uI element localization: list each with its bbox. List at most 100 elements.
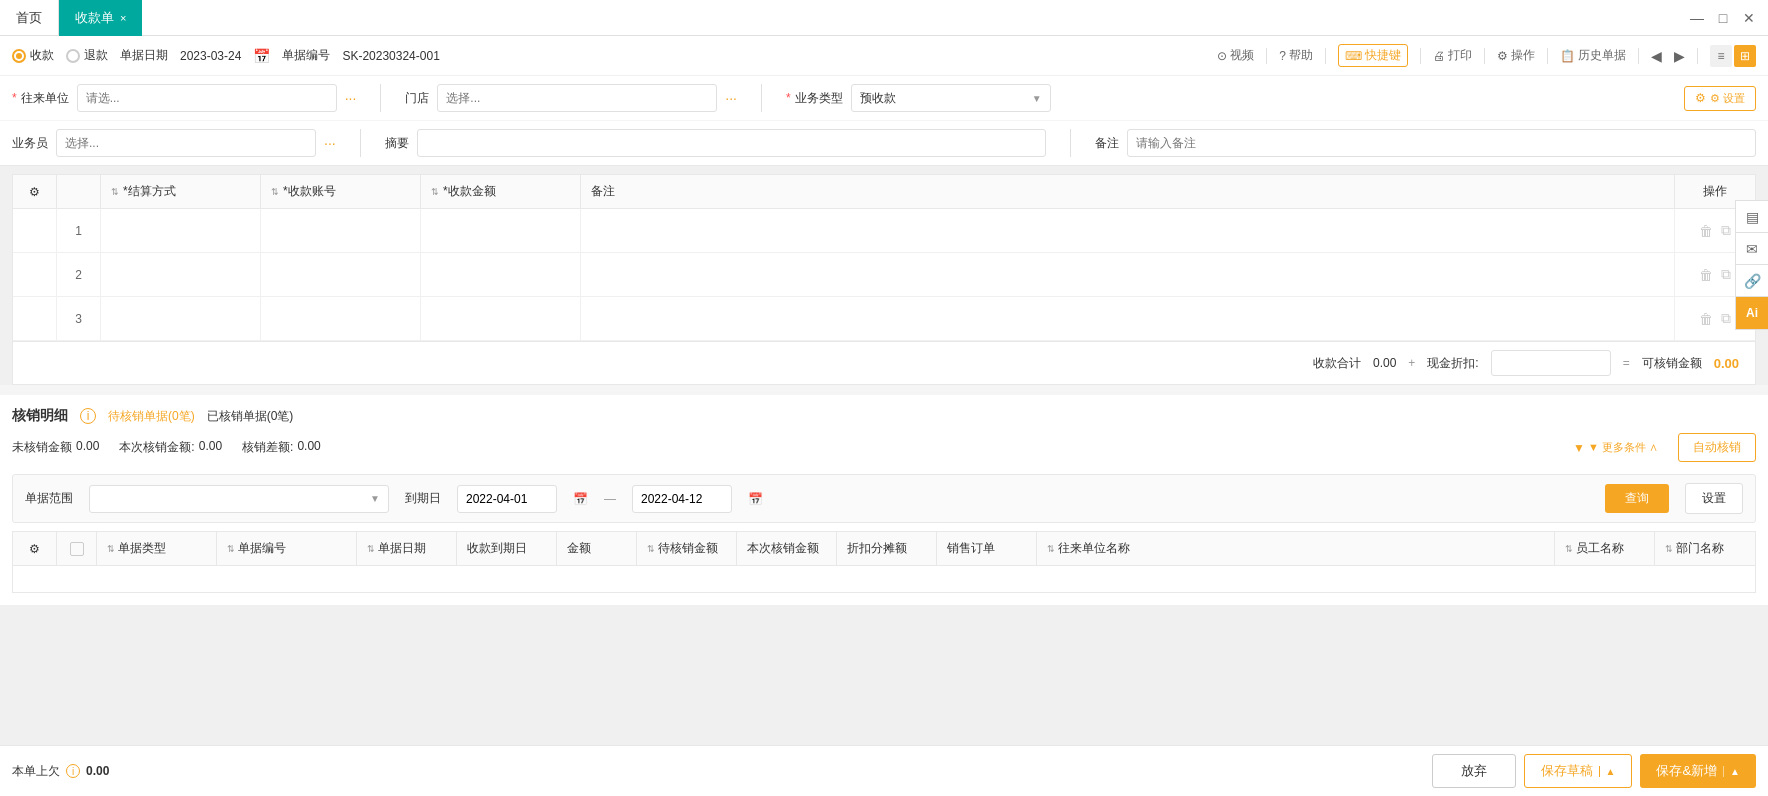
window-close-icon[interactable]: ✕: [1738, 7, 1760, 29]
video-btn[interactable]: ⊙视频: [1217, 47, 1254, 64]
plus-sign: +: [1408, 356, 1415, 370]
list-view-btn[interactable]: ≡: [1710, 45, 1732, 67]
sub-th-emp: ⇅ 员工名称: [1555, 532, 1655, 565]
row1-amount-input[interactable]: [425, 213, 576, 247]
calendar-start-icon[interactable]: 📅: [573, 492, 588, 506]
shortcut-btn[interactable]: ⌨快捷键: [1338, 44, 1408, 67]
summary-input[interactable]: [417, 129, 1046, 157]
row3-amount-input[interactable]: [425, 301, 576, 335]
window-minimize-icon[interactable]: —: [1686, 7, 1708, 29]
summary-label: 摘要: [385, 135, 409, 152]
biz-type-select[interactable]: 预收款 ▼: [851, 84, 1051, 112]
unverified-value: 0.00: [76, 439, 99, 456]
row3-delete-icon[interactable]: 🗑: [1699, 311, 1713, 327]
sub-th-pending: ⇅ 待核销金额: [637, 532, 737, 565]
radio-tuikuan[interactable]: 退款: [66, 47, 108, 64]
row3-settle-input[interactable]: [105, 301, 256, 335]
unverified-label: 未核销金额: [12, 439, 72, 456]
sub-th-settings[interactable]: ⚙: [13, 532, 57, 565]
filter-settings-btn[interactable]: 设置: [1685, 483, 1743, 514]
sub-th-num: ⇅ 单据编号: [217, 532, 357, 565]
print-btn[interactable]: 🖨打印: [1433, 47, 1472, 64]
row1-copy-icon[interactable]: ⧉: [1721, 222, 1731, 239]
radio-shoukuan[interactable]: 收款: [12, 47, 54, 64]
counterpart-label: 往来单位: [21, 90, 69, 107]
salesman-input[interactable]: [56, 129, 316, 157]
more-cond-btn[interactable]: ▼▼ 更多条件 ∧: [1573, 440, 1658, 455]
float-icon-link[interactable]: 🔗: [1736, 265, 1768, 297]
help-btn[interactable]: ?帮助: [1279, 47, 1313, 64]
row3-note-input[interactable]: [585, 301, 1670, 335]
nav-tab-home[interactable]: 首页: [0, 0, 59, 36]
row1-account-input[interactable]: [265, 213, 416, 247]
tab-close-icon[interactable]: ×: [120, 12, 126, 24]
row2-delete-icon[interactable]: 🗑: [1699, 267, 1713, 283]
sub-th-dept: ⇅ 部门名称: [1655, 532, 1755, 565]
grid-view-btn[interactable]: ⊞: [1734, 45, 1756, 67]
th-amount: ⇅ *收款金额: [421, 175, 581, 208]
sub-th-amount: 金额: [557, 532, 637, 565]
row1-note-input[interactable]: [585, 213, 1670, 247]
total-label: 收款合计: [1313, 355, 1361, 372]
salesman-ellipsis[interactable]: ···: [324, 135, 336, 151]
save-new-btn[interactable]: 保存&新增 ▲: [1640, 754, 1756, 788]
diff-value: 0.00: [297, 439, 320, 456]
sub-th-date: ⇅ 单据日期: [357, 532, 457, 565]
cash-disc-input[interactable]: [1491, 350, 1611, 376]
query-btn[interactable]: 查询: [1605, 484, 1669, 513]
nav-left-icon[interactable]: ◀: [1651, 48, 1662, 64]
th-account: ⇅ *收款账号: [261, 175, 421, 208]
ops-btn[interactable]: ⚙操作: [1497, 47, 1535, 64]
salesman-label: 业务员: [12, 135, 48, 152]
nav-right-icon[interactable]: ▶: [1674, 48, 1685, 64]
notes-input[interactable]: [1127, 129, 1756, 157]
th-row-num: [57, 175, 101, 208]
th-note: 备注: [581, 175, 1675, 208]
done-tab[interactable]: 已核销单据(0笔): [207, 408, 294, 425]
sub-th-recvdate: 收款到期日: [457, 532, 557, 565]
save-draft-btn[interactable]: 保存草稿 ▲: [1524, 754, 1633, 788]
counterpart-ellipsis[interactable]: ···: [345, 90, 357, 106]
row3-copy-icon[interactable]: ⧉: [1721, 310, 1731, 327]
row2-account-input[interactable]: [265, 257, 416, 291]
row3-account-input[interactable]: [265, 301, 416, 335]
store-input[interactable]: [437, 84, 717, 112]
diff-label: 核销差额:: [242, 439, 293, 456]
history-btn[interactable]: 📋历史单据: [1560, 47, 1626, 64]
row2-settle-input[interactable]: [105, 257, 256, 291]
date-end-input[interactable]: [632, 485, 732, 513]
pending-tab[interactable]: 待核销单据(0笔): [108, 408, 195, 425]
calendar-end-icon[interactable]: 📅: [748, 492, 763, 506]
notes-label: 备注: [1095, 135, 1119, 152]
float-icon-table[interactable]: ▤: [1736, 201, 1768, 233]
row1-delete-icon[interactable]: 🗑: [1699, 223, 1713, 239]
calendar-icon[interactable]: 📅: [253, 48, 270, 64]
range-select[interactable]: ▼: [89, 485, 389, 513]
recon-title: 核销明细: [12, 407, 68, 425]
biz-type-label: 业务类型: [795, 90, 843, 107]
auto-recon-btn[interactable]: 自动核销: [1678, 433, 1756, 462]
net-value: 0.00: [1714, 356, 1739, 371]
net-label: 可核销金额: [1642, 355, 1702, 372]
date-value: 2023-03-24: [180, 49, 241, 63]
row2-copy-icon[interactable]: ⧉: [1721, 266, 1731, 283]
nav-tab-shoukudan[interactable]: 收款单 ×: [59, 0, 142, 36]
settings-btn[interactable]: ⚙⚙ 设置: [1684, 86, 1756, 111]
date-start-input[interactable]: [457, 485, 557, 513]
float-icon-ai[interactable]: Ai: [1736, 297, 1768, 329]
row1-settle-input[interactable]: [105, 213, 256, 247]
float-icon-message[interactable]: ✉: [1736, 233, 1768, 265]
row2-note-input[interactable]: [585, 257, 1670, 291]
row2-amount-input[interactable]: [425, 257, 576, 291]
recon-info-icon[interactable]: i: [80, 408, 96, 424]
info-icon[interactable]: i: [66, 764, 80, 778]
window-maximize-icon[interactable]: □: [1712, 7, 1734, 29]
sub-th-name: ⇅ 往来单位名称: [1037, 532, 1555, 565]
th-settle: ⇅ *结算方式: [101, 175, 261, 208]
store-ellipsis[interactable]: ···: [725, 90, 737, 106]
this-order-label: 本单上欠: [12, 763, 60, 780]
th-settings[interactable]: ⚙: [13, 175, 57, 208]
sub-th-check[interactable]: [57, 532, 97, 565]
counterpart-input[interactable]: [77, 84, 337, 112]
abandon-btn[interactable]: 放弃: [1432, 754, 1516, 788]
